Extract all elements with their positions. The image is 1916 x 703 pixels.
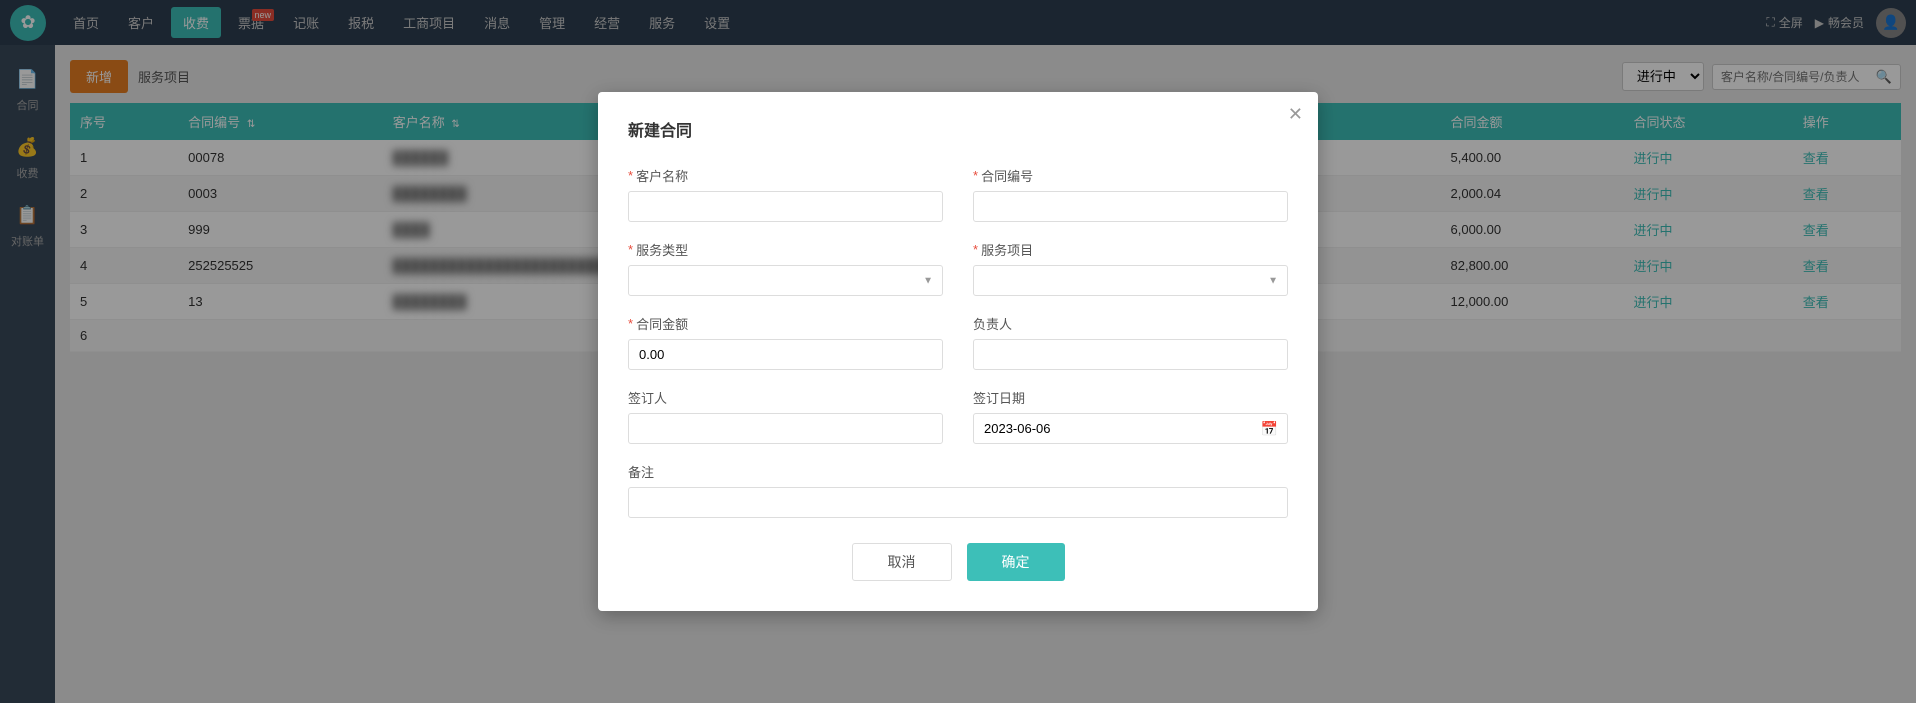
calendar-icon[interactable]: 📅 [1261, 420, 1278, 437]
required-star: * [628, 168, 633, 183]
form-grid: * 客户名称 * 合同编号 * 服务类型 [628, 166, 1288, 518]
required-star-2: * [973, 168, 978, 183]
dialog-close-button[interactable]: ✕ [1288, 104, 1303, 125]
form-row-sign-date: 签订日期 📅 [973, 388, 1288, 444]
sign-date-label: 签订日期 [973, 388, 1288, 407]
signer-label: 签订人 [628, 388, 943, 407]
sign-date-wrapper: 📅 [973, 413, 1288, 444]
service-item-select[interactable] [973, 265, 1288, 296]
cancel-button[interactable]: 取消 [852, 543, 952, 581]
dialog-title: 新建合同 [628, 117, 1288, 141]
responsible-input[interactable] [973, 339, 1288, 370]
form-row-service-type: * 服务类型 [628, 240, 943, 296]
required-star-4: * [973, 242, 978, 257]
sign-date-input[interactable] [973, 413, 1288, 444]
form-row-customer-name: * 客户名称 [628, 166, 943, 222]
contract-no-label: * 合同编号 [973, 166, 1288, 185]
service-type-label: * 服务类型 [628, 240, 943, 259]
amount-input[interactable] [628, 339, 943, 370]
contract-no-input[interactable] [973, 191, 1288, 222]
signer-input[interactable] [628, 413, 943, 444]
remark-label: 备注 [628, 462, 1288, 481]
form-row-contract-no: * 合同编号 [973, 166, 1288, 222]
required-star-3: * [628, 242, 633, 257]
service-type-select-wrapper [628, 265, 943, 296]
dialog-footer: 取消 确定 [628, 543, 1288, 581]
form-row-amount: * 合同金额 [628, 314, 943, 370]
form-row-service-item: * 服务项目 [973, 240, 1288, 296]
customer-name-input[interactable] [628, 191, 943, 222]
service-item-label: * 服务项目 [973, 240, 1288, 259]
amount-label: * 合同金额 [628, 314, 943, 333]
form-row-remark: 备注 [628, 462, 1288, 518]
required-star-5: * [628, 316, 633, 331]
service-type-select[interactable] [628, 265, 943, 296]
new-contract-dialog: 新建合同 ✕ * 客户名称 * 合同编号 * [598, 92, 1318, 611]
form-row-responsible: 负责人 [973, 314, 1288, 370]
customer-name-label: * 客户名称 [628, 166, 943, 185]
modal-overlay: 新建合同 ✕ * 客户名称 * 合同编号 * [0, 0, 1916, 703]
confirm-button[interactable]: 确定 [967, 543, 1065, 581]
responsible-label: 负责人 [973, 314, 1288, 333]
service-item-select-wrapper [973, 265, 1288, 296]
form-row-signer: 签订人 [628, 388, 943, 444]
remark-input[interactable] [628, 487, 1288, 518]
